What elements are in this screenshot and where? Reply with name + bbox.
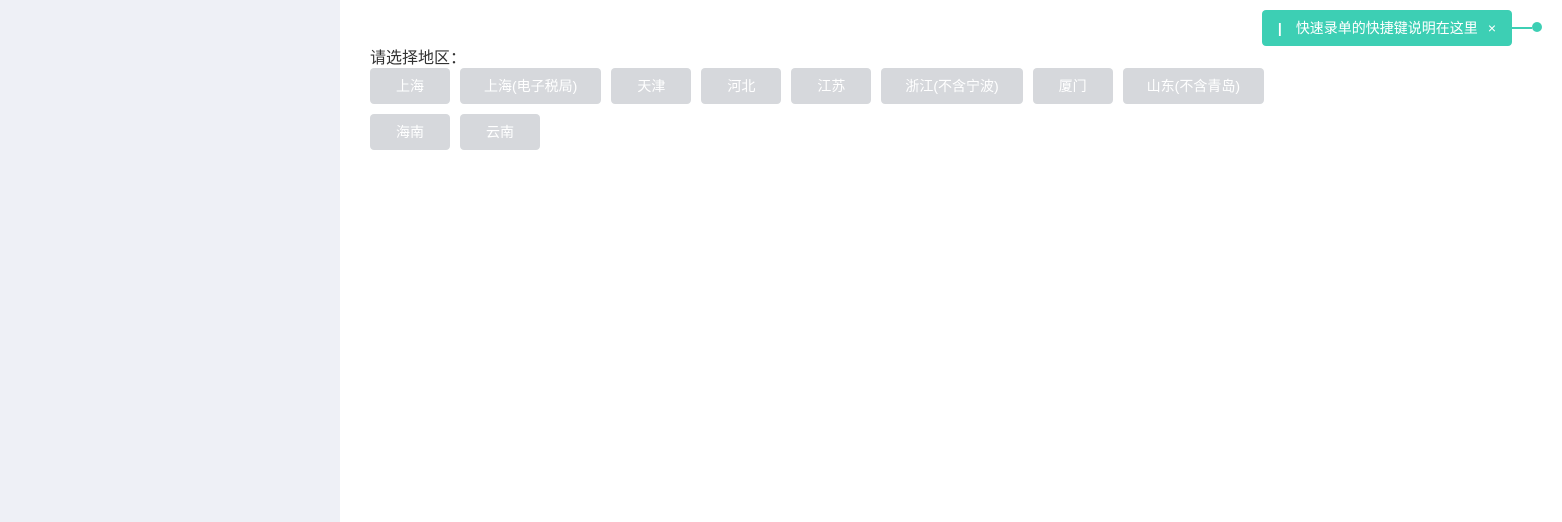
region-button-tianjin[interactable]: 天津 — [611, 68, 691, 104]
region-button-yunnan[interactable]: 云南 — [460, 114, 540, 150]
region-button-jiangsu[interactable]: 江苏 — [791, 68, 871, 104]
region-buttons: 上海上海(电子税局) 天津河北江苏浙江(不含宁波) 厦门山东(不含青岛) 海南云南 — [370, 68, 1270, 150]
region-button-hainan[interactable]: 海南 — [370, 114, 450, 150]
tooltip-line — [1512, 27, 1532, 29]
region-button-shanghai[interactable]: 上海 — [370, 68, 450, 104]
region-button-hebei[interactable]: 河北 — [701, 68, 781, 104]
region-button-xiamen[interactable]: 厦门 — [1033, 68, 1113, 104]
page-label: 请选择地区： — [370, 44, 466, 68]
left-sidebar — [0, 0, 340, 522]
region-button-zhejiang[interactable]: 浙江(不含宁波) — [881, 68, 1022, 104]
tooltip-dot — [1532, 22, 1542, 32]
tooltip-banner: 快速录单的快捷键说明在这里 × — [1262, 10, 1512, 46]
tooltip-close-button[interactable]: × — [1488, 21, 1496, 35]
main-content: 请选择地区： 上海上海(电子税局) 天津河北江苏浙江(不含宁波) 厦门山东(不含青岛… — [340, 0, 1562, 522]
tooltip-text: 快速录单的快捷键说明在这里 — [1296, 18, 1478, 38]
region-button-shanghai-etax[interactable]: 上海(电子税局) — [460, 68, 601, 104]
region-button-shandong[interactable]: 山东(不含青岛) — [1123, 68, 1264, 104]
